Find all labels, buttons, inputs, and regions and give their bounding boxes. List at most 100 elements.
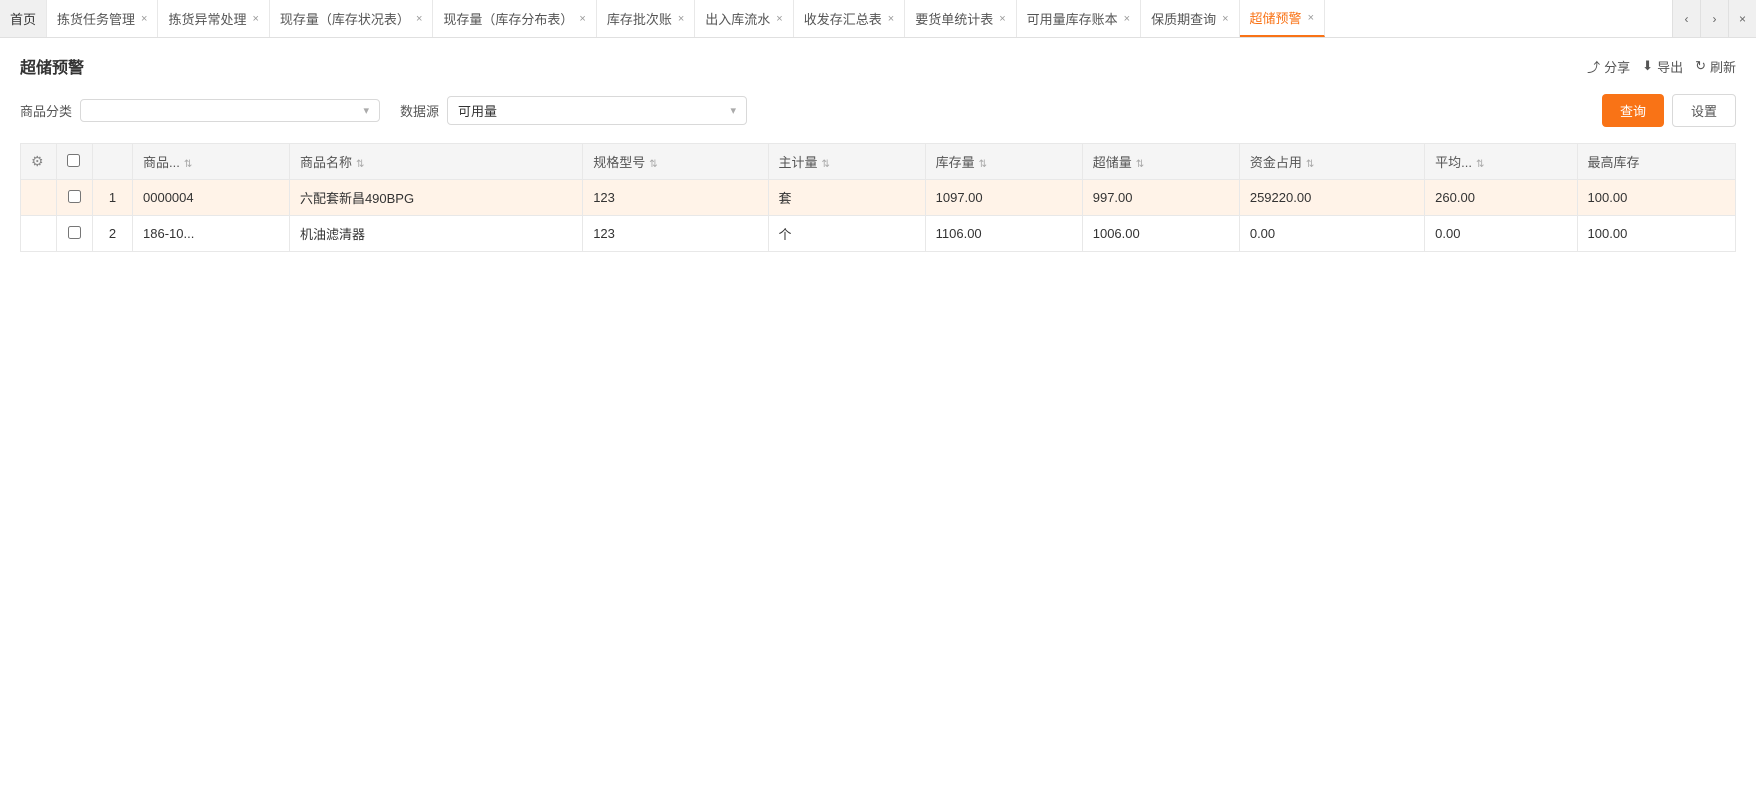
category-label: 商品分类 bbox=[20, 101, 72, 120]
capital-column-header[interactable]: 资金占用⇅ bbox=[1239, 144, 1424, 180]
row-stock-cell: 1097.00 bbox=[925, 180, 1082, 216]
row-max-stock-cell: 100.00 bbox=[1577, 180, 1735, 216]
category-select[interactable]: ▾ bbox=[80, 99, 380, 122]
nav-tab-6[interactable]: 收发存汇总表 × bbox=[794, 0, 905, 37]
nav-tab-label-6: 收发存汇总表 bbox=[804, 9, 882, 28]
nav-tab-label-5: 出入库流水 bbox=[705, 9, 770, 28]
nav-bar: 首页 拣货任务管理×拣货异常处理×现存量（库存状况表）×现存量（库存分布表）×库… bbox=[0, 0, 1756, 38]
avg-column-header[interactable]: 平均...⇅ bbox=[1425, 144, 1577, 180]
nav-tab-close-7[interactable]: × bbox=[999, 13, 1005, 25]
row-stock-cell: 1106.00 bbox=[925, 216, 1082, 252]
settings-button[interactable]: 设置 bbox=[1672, 94, 1736, 127]
datasource-select[interactable]: 可用量 ▾ bbox=[447, 96, 747, 125]
nav-tab-label-8: 可用量库存账本 bbox=[1027, 9, 1118, 28]
nav-tab-label-3: 现存量（库存分布表） bbox=[443, 9, 573, 28]
category-chevron-icon: ▾ bbox=[363, 104, 369, 117]
product-name-column-header[interactable]: 商品名称⇅ bbox=[289, 144, 582, 180]
row-checkbox-cell[interactable] bbox=[57, 216, 93, 252]
filter-actions: 查询 设置 bbox=[1602, 94, 1736, 127]
nav-tab-close-10[interactable]: × bbox=[1308, 12, 1314, 24]
nav-tab-close-6[interactable]: × bbox=[888, 13, 894, 25]
table-header-row: ⚙ 商品...⇅ 商品名称⇅ 规格型号⇅ 主计量⇅ 库存量⇅ 超储量⇅ 资金占用… bbox=[21, 144, 1736, 180]
stock-column-header[interactable]: 库存量⇅ bbox=[925, 144, 1082, 180]
nav-tab-close-2[interactable]: × bbox=[416, 13, 422, 25]
row-avg-cell: 260.00 bbox=[1425, 180, 1577, 216]
nav-tab-1[interactable]: 拣货异常处理 × bbox=[158, 0, 269, 37]
table-row: 10000004六配套新昌490BPG123套1097.00997.002592… bbox=[21, 180, 1736, 216]
query-button[interactable]: 查询 bbox=[1602, 94, 1664, 127]
nav-tab-close-9[interactable]: × bbox=[1222, 13, 1228, 25]
datasource-label: 数据源 bbox=[400, 101, 439, 120]
nav-tab-label-9: 保质期查询 bbox=[1151, 9, 1216, 28]
export-label: 导出 bbox=[1657, 57, 1683, 76]
row-index-cell: 2 bbox=[93, 216, 133, 252]
header-actions: ⤴ 分享 ⬇ 导出 ↻ 刷新 bbox=[1587, 57, 1736, 76]
product-code-column-header[interactable]: 商品...⇅ bbox=[133, 144, 290, 180]
datasource-value: 可用量 bbox=[458, 101, 497, 120]
nav-tab-label-7: 要货单统计表 bbox=[915, 9, 993, 28]
row-capital-cell: 0.00 bbox=[1239, 216, 1424, 252]
row-product-name-cell: 机油滤清器 bbox=[289, 216, 582, 252]
row-max-stock-cell: 100.00 bbox=[1577, 216, 1735, 252]
nav-prev-arrow[interactable]: ‹ bbox=[1672, 0, 1700, 38]
nav-tab-close-3[interactable]: × bbox=[579, 13, 585, 25]
index-column-header bbox=[93, 144, 133, 180]
filter-bar: 商品分类 ▾ 数据源 可用量 ▾ 查询 设置 bbox=[20, 94, 1736, 127]
gear-icon: ⚙ bbox=[31, 153, 44, 169]
max-stock-column-header[interactable]: 最高库存 bbox=[1577, 144, 1735, 180]
row-spec-cell: 123 bbox=[583, 216, 768, 252]
row-capital-cell: 259220.00 bbox=[1239, 180, 1424, 216]
refresh-icon: ↻ bbox=[1695, 58, 1706, 74]
row-product-code-cell: 186-10... bbox=[133, 216, 290, 252]
row-spec-cell: 123 bbox=[583, 180, 768, 216]
table-row: 2186-10...机油滤清器123个1106.001006.000.000.0… bbox=[21, 216, 1736, 252]
home-label: 首页 bbox=[10, 9, 36, 28]
row-product-name-cell: 六配套新昌490BPG bbox=[289, 180, 582, 216]
nav-close-arrow[interactable]: × bbox=[1728, 0, 1756, 38]
data-table: ⚙ 商品...⇅ 商品名称⇅ 规格型号⇅ 主计量⇅ 库存量⇅ 超储量⇅ 资金占用… bbox=[20, 143, 1736, 252]
nav-tab-close-4[interactable]: × bbox=[678, 13, 684, 25]
nav-tab-10[interactable]: 超储预警 × bbox=[1240, 0, 1325, 37]
row-checkbox-cell[interactable] bbox=[57, 180, 93, 216]
nav-tab-close-5[interactable]: × bbox=[776, 13, 782, 25]
spec-column-header[interactable]: 规格型号⇅ bbox=[583, 144, 768, 180]
refresh-button[interactable]: ↻ 刷新 bbox=[1695, 57, 1736, 76]
refresh-label: 刷新 bbox=[1710, 57, 1736, 76]
nav-tab-9[interactable]: 保质期查询 × bbox=[1141, 0, 1239, 37]
nav-tab-close-1[interactable]: × bbox=[252, 13, 258, 25]
datasource-chevron-icon: ▾ bbox=[731, 104, 737, 117]
nav-tab-7[interactable]: 要货单统计表 × bbox=[905, 0, 1016, 37]
page-content: 超储预警 ⤴ 分享 ⬇ 导出 ↻ 刷新 商品分类 ▾ 数据源 bbox=[0, 38, 1756, 800]
nav-tab-4[interactable]: 库存批次账 × bbox=[597, 0, 695, 37]
nav-next-arrow[interactable]: › bbox=[1700, 0, 1728, 38]
select-all-checkbox[interactable] bbox=[67, 154, 80, 167]
nav-tab-close-8[interactable]: × bbox=[1124, 13, 1130, 25]
gear-column-header[interactable]: ⚙ bbox=[21, 144, 57, 180]
checkbox-column-header bbox=[57, 144, 93, 180]
nav-tab-3[interactable]: 现存量（库存分布表） × bbox=[433, 0, 596, 37]
share-label: 分享 bbox=[1604, 57, 1630, 76]
nav-tab-label-2: 现存量（库存状况表） bbox=[280, 9, 410, 28]
nav-tab-close-0[interactable]: × bbox=[141, 13, 147, 25]
nav-tab-2[interactable]: 现存量（库存状况表） × bbox=[270, 0, 433, 37]
share-icon: ⤴ bbox=[1587, 57, 1600, 76]
nav-home[interactable]: 首页 bbox=[0, 0, 47, 37]
nav-tab-0[interactable]: 拣货任务管理 × bbox=[47, 0, 158, 37]
nav-tab-label-4: 库存批次账 bbox=[607, 9, 672, 28]
nav-tab-8[interactable]: 可用量库存账本 × bbox=[1017, 0, 1141, 37]
datasource-filter-group: 数据源 可用量 ▾ bbox=[400, 96, 747, 125]
nav-tab-5[interactable]: 出入库流水 × bbox=[695, 0, 793, 37]
category-filter-group: 商品分类 ▾ bbox=[20, 99, 380, 122]
export-icon: ⬇ bbox=[1642, 58, 1653, 74]
row-over-stock-cell: 997.00 bbox=[1082, 180, 1239, 216]
row-gear-cell bbox=[21, 180, 57, 216]
row-index-cell: 1 bbox=[93, 180, 133, 216]
nav-tab-label-0: 拣货任务管理 bbox=[57, 9, 135, 28]
row-unit-cell: 个 bbox=[768, 216, 925, 252]
unit-column-header[interactable]: 主计量⇅ bbox=[768, 144, 925, 180]
export-button[interactable]: ⬇ 导出 bbox=[1642, 57, 1683, 76]
nav-tab-label-10: 超储预警 bbox=[1250, 8, 1302, 27]
over-stock-column-header[interactable]: 超储量⇅ bbox=[1082, 144, 1239, 180]
share-button[interactable]: ⤴ 分享 bbox=[1587, 57, 1630, 76]
nav-tab-label-1: 拣货异常处理 bbox=[168, 9, 246, 28]
